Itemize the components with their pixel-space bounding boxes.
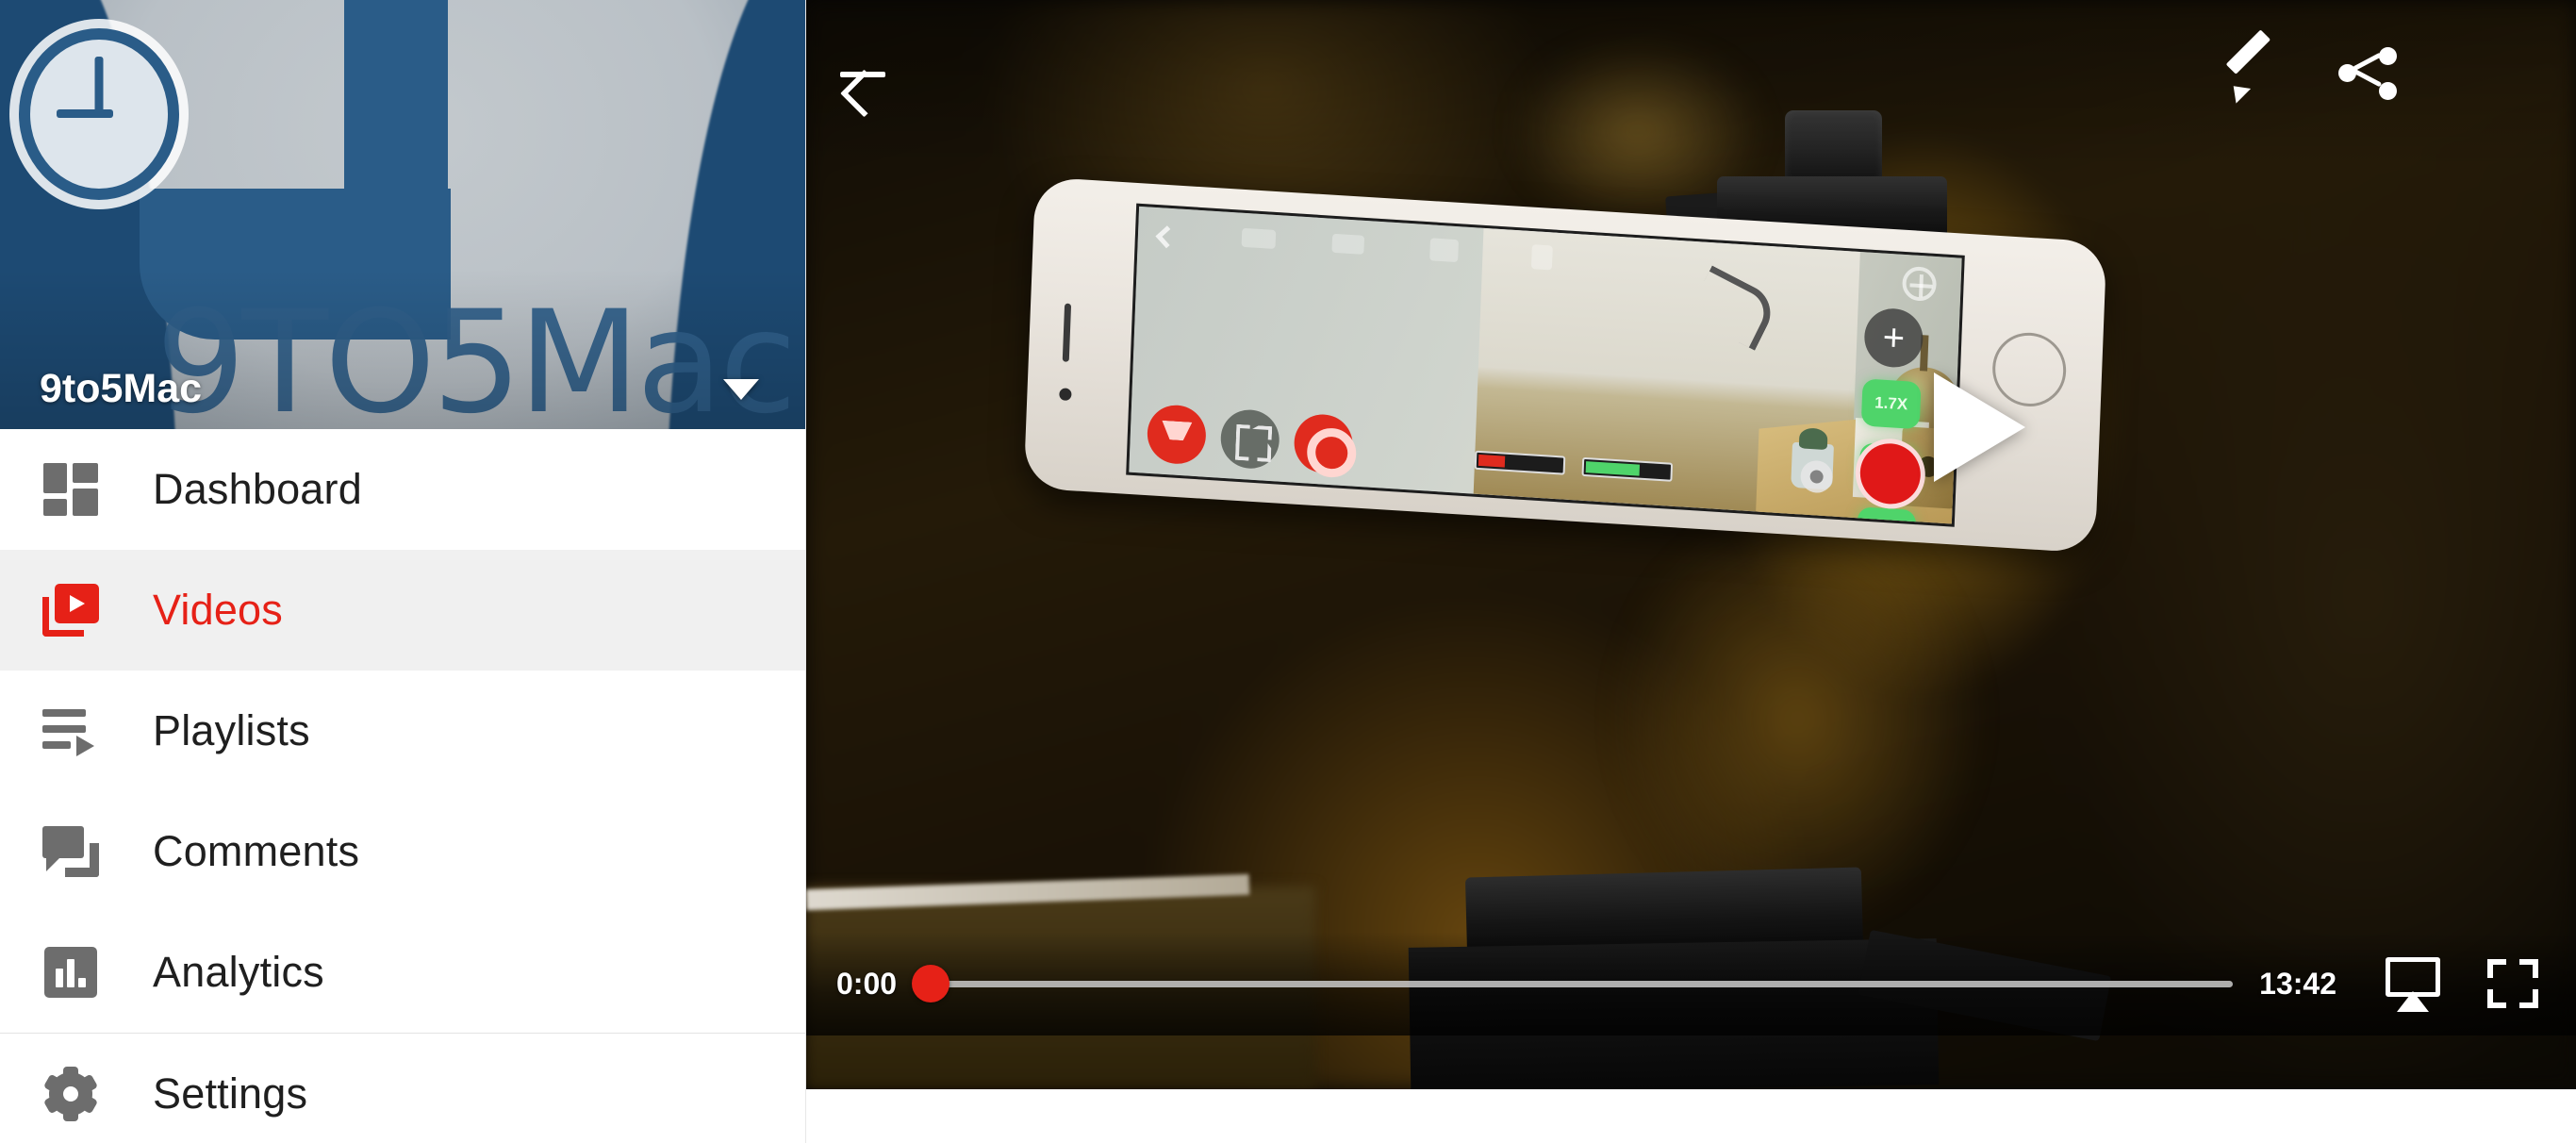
- sidebar-item-comments[interactable]: Comments: [0, 791, 805, 912]
- fullscreen-icon[interactable]: [2487, 959, 2538, 1008]
- sidebar-item-dashboard[interactable]: Dashboard: [0, 429, 805, 550]
- dashboard-grid-icon: [40, 458, 102, 521]
- play-triangle-icon[interactable]: [1934, 373, 2025, 482]
- sidebar-item-label: Playlists: [153, 706, 310, 754]
- video-player[interactable]: + 1.7X 1.4X 1.0X −: [806, 0, 2576, 1143]
- sidebar-item-videos[interactable]: Videos: [0, 550, 805, 671]
- bar-chart-icon: [40, 941, 102, 1003]
- camera-download-button: [1146, 403, 1208, 466]
- sidebar-item-label: Videos: [153, 586, 283, 634]
- player-controls: 0:00 13:42: [806, 932, 2576, 1035]
- seek-track[interactable]: [923, 981, 2234, 987]
- clock-logo-icon: [19, 28, 179, 200]
- iphone-device: + 1.7X 1.4X 1.0X −: [1023, 176, 2107, 554]
- sidebar-item-analytics[interactable]: Analytics: [0, 912, 805, 1033]
- camera-frame-button: [1219, 407, 1280, 471]
- camera-zoom-level: 1.7X: [1860, 378, 1922, 430]
- sidebar-item-label: Dashboard: [153, 465, 362, 513]
- playlist-icon: [40, 700, 102, 762]
- current-time: 0:00: [836, 966, 898, 1001]
- gear-icon: [40, 1063, 102, 1125]
- channel-switcher[interactable]: 9to5Mac: [0, 366, 805, 412]
- duration: 13:42: [2259, 966, 2337, 1001]
- sidebar-item-settings[interactable]: Settings: [0, 1034, 805, 1143]
- airplay-cast-icon[interactable]: [2386, 957, 2440, 1012]
- channel-header[interactable]: 9TO5Mac 9to5Mac: [0, 0, 805, 429]
- youtube-studio-app: 9TO5Mac 9to5Mac Dashboard Videos: [0, 0, 2576, 1143]
- sidebar-item-label: Settings: [153, 1069, 308, 1118]
- sidebar-nav: Dashboard Videos Playlists Comments Anal…: [0, 429, 805, 1143]
- tripod-knob: [1785, 110, 1882, 207]
- sidebar: 9TO5Mac 9to5Mac Dashboard Videos: [0, 0, 806, 1143]
- share-icon[interactable]: [2338, 45, 2397, 100]
- back-arrow-icon[interactable]: [834, 45, 891, 102]
- below-player-area: [806, 1089, 2576, 1143]
- camera-stabilize-icon: [1241, 227, 1277, 249]
- camera-grid-icon: [1331, 233, 1365, 255]
- camera-zoom-in-button: +: [1863, 306, 1924, 370]
- iphone-screen: + 1.7X 1.4X 1.0X −: [1126, 203, 1965, 527]
- sidebar-item-label: Analytics: [153, 948, 324, 996]
- camera-shutter-button: [1293, 412, 1354, 475]
- comments-icon: [40, 820, 102, 883]
- video-library-icon: [40, 579, 102, 641]
- sidebar-item-label: Comments: [153, 827, 360, 875]
- channel-name: 9to5Mac: [40, 366, 203, 411]
- camera-flip-icon: [1429, 238, 1460, 263]
- tripod-phone-rig: + 1.7X 1.4X 1.0X −: [806, 0, 2576, 1089]
- sidebar-item-playlists[interactable]: Playlists: [0, 671, 805, 791]
- video-stage[interactable]: + 1.7X 1.4X 1.0X −: [806, 0, 2576, 1089]
- camera-flash-icon: [1530, 244, 1553, 271]
- seek-bar[interactable]: [912, 961, 2234, 1006]
- pencil-edit-icon[interactable]: [2225, 29, 2280, 104]
- seek-knob[interactable]: [912, 965, 950, 1002]
- camera-focus-loupe-icon: [1901, 265, 1938, 303]
- chevron-down-icon[interactable]: [723, 378, 759, 400]
- camera-back-icon: [1155, 225, 1179, 249]
